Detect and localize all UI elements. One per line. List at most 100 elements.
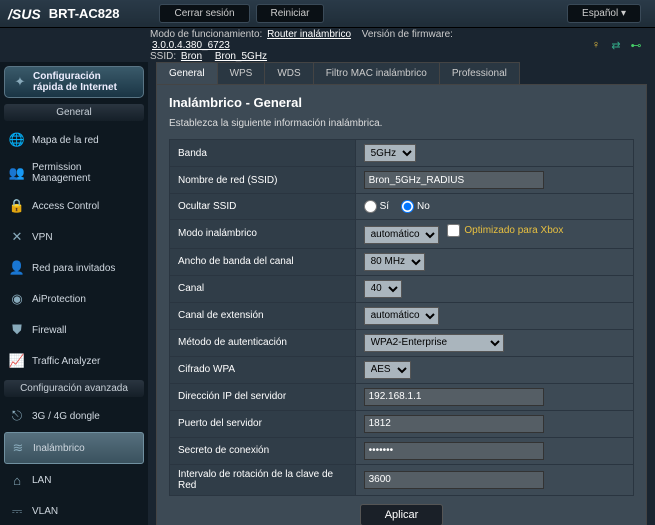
nav-label: Traffic Analyzer: [32, 356, 100, 367]
xbox-checkbox[interactable]: [447, 224, 460, 237]
main-content: General WPS WDS Filtro MAC inalámbrico P…: [148, 62, 655, 525]
dongle-icon: ⎋: [8, 407, 26, 425]
wand-icon: ✦: [11, 73, 29, 91]
xbox-label: Optimizado para Xbox: [464, 225, 563, 236]
logout-button[interactable]: Cerrar sesión: [159, 4, 249, 23]
wifi-icon: ≋: [9, 439, 27, 457]
vpn-icon: ✕: [8, 228, 26, 246]
firewall-icon: ⛊: [8, 321, 26, 339]
bandwidth-select[interactable]: 80 MHz: [364, 253, 425, 271]
hide-ssid-label: Ocultar SSID: [170, 194, 356, 220]
tab-general[interactable]: General: [156, 62, 218, 84]
ssid-input[interactable]: [364, 171, 544, 189]
nav-label: 3G / 4G dongle: [32, 411, 100, 422]
sidebar: ✦ Configuración rápida de Internet Gener…: [0, 62, 148, 525]
nav-label: Permission Management: [32, 162, 140, 184]
nav-access-control[interactable]: 🔒 Access Control: [4, 191, 144, 221]
nav-aiprotection[interactable]: ◉ AiProtection: [4, 284, 144, 314]
secret-input[interactable]: [364, 442, 544, 460]
lock-icon: 🔒: [8, 197, 26, 215]
nav-label: Inalámbrico: [33, 443, 85, 454]
rotation-label: Intervalo de rotación de la clave de Red: [170, 464, 356, 495]
nav-firewall[interactable]: ⛊ Firewall: [4, 315, 144, 345]
nav-label: AiProtection: [32, 294, 86, 305]
nav-wireless[interactable]: ≋ Inalámbrico: [4, 432, 144, 464]
shield-icon: ◉: [8, 290, 26, 308]
quick-line1: Configuración: [33, 71, 117, 82]
wmode-select[interactable]: automático: [364, 226, 439, 244]
firmware-label: Versión de firmware:: [362, 29, 453, 40]
chart-icon: 📈: [8, 352, 26, 370]
ext-channel-label: Canal de extensión: [170, 302, 356, 329]
wmode-label: Modo inalámbrico: [170, 220, 356, 249]
hide-yes-radio[interactable]: Sí: [364, 200, 389, 213]
secret-label: Secreto de conexión: [170, 437, 356, 464]
ssid-name-label: Nombre de red (SSID): [170, 167, 356, 194]
server-port-input[interactable]: [364, 415, 544, 433]
info-bar: Modo de funcionamiento: Router inalámbri…: [0, 28, 655, 62]
nav-lan[interactable]: ⌂ LAN: [4, 465, 144, 495]
nav-vpn[interactable]: ✕VPN: [4, 222, 144, 252]
settings-table: Banda 5GHz Nombre de red (SSID) Ocultar …: [169, 139, 634, 496]
rotation-input[interactable]: [364, 471, 544, 489]
tab-wds[interactable]: WDS: [264, 62, 313, 84]
tab-bar: General WPS WDS Filtro MAC inalámbrico P…: [156, 62, 647, 84]
panel-desc: Establezca la siguiente información inal…: [169, 118, 634, 129]
category-general: General: [4, 104, 144, 121]
vlan-icon: ⎓: [8, 502, 26, 520]
cipher-select[interactable]: AES: [364, 361, 411, 379]
guest-icon: 👤: [8, 259, 26, 277]
band-select[interactable]: 5GHz: [364, 144, 416, 162]
auth-select[interactable]: WPA2-Enterprise: [364, 334, 504, 352]
nav-label: Mapa de la red: [32, 135, 99, 146]
brand-logo: /SUS: [8, 6, 41, 22]
globe-icon: 🌐: [8, 131, 26, 149]
wifi-status-icon[interactable]: ⇄: [609, 38, 623, 52]
nav-label: Red para invitados: [32, 263, 115, 274]
ssid-label: SSID:: [150, 51, 176, 62]
nav-traffic[interactable]: 📈 Traffic Analyzer: [4, 346, 144, 376]
auth-label: Método de autenticación: [170, 329, 356, 356]
tab-professional[interactable]: Professional: [439, 62, 520, 84]
hide-no-radio[interactable]: No: [401, 200, 430, 213]
ssid-value-1: Bron: [181, 51, 202, 62]
server-port-label: Puerto del servidor: [170, 410, 356, 437]
status-icons: ♀ ⇄ ⊷: [589, 38, 643, 52]
nav-label: VLAN: [32, 506, 58, 517]
mode-label: Modo de funcionamiento:: [150, 29, 262, 40]
firmware-value[interactable]: 3.0.0.4.380_6723: [152, 40, 230, 51]
users-icon: 👥: [8, 164, 26, 182]
nav-permission[interactable]: 👥 Permission Management: [4, 156, 144, 190]
server-ip-label: Dirección IP del servidor: [170, 383, 356, 410]
tab-macfilter[interactable]: Filtro MAC inalámbrico: [313, 62, 440, 84]
product-name: BRT-AC828: [49, 6, 120, 21]
bandwidth-label: Ancho de banda del canal: [170, 248, 356, 275]
mode-value[interactable]: Router inalámbrico: [267, 29, 351, 40]
home-icon: ⌂: [8, 471, 26, 489]
language-select[interactable]: Español ▾: [567, 4, 641, 23]
panel-title: Inalámbrico - General: [169, 95, 634, 110]
nav-guest[interactable]: 👤 Red para invitados: [4, 253, 144, 283]
quick-line2: rápida de Internet: [33, 82, 117, 93]
top-bar: /SUS BRT-AC828 Cerrar sesión Reiniciar E…: [0, 0, 655, 28]
band-label: Banda: [170, 140, 356, 167]
nav-vlan[interactable]: ⎓ VLAN: [4, 496, 144, 525]
ext-channel-select[interactable]: automático: [364, 307, 439, 325]
nav-label: Access Control: [32, 201, 99, 212]
nav-3g4g[interactable]: ⎋ 3G / 4G dongle: [4, 401, 144, 431]
nav-label: Firewall: [32, 325, 66, 336]
tab-wps[interactable]: WPS: [217, 62, 266, 84]
quick-setup-button[interactable]: ✦ Configuración rápida de Internet: [4, 66, 144, 98]
category-advanced: Configuración avanzada: [4, 380, 144, 397]
settings-panel: Inalámbrico - General Establezca la sigu…: [156, 84, 647, 525]
cipher-label: Cifrado WPA: [170, 356, 356, 383]
channel-select[interactable]: 40: [364, 280, 402, 298]
reboot-button[interactable]: Reiniciar: [256, 4, 325, 23]
apply-button[interactable]: Aplicar: [360, 504, 444, 525]
server-ip-input[interactable]: [364, 388, 544, 406]
nav-network-map[interactable]: 🌐 Mapa de la red: [4, 125, 144, 155]
ssid-value-2: Bron_5GHz: [215, 51, 267, 62]
usb-status-icon[interactable]: ⊷: [629, 38, 643, 52]
award-icon[interactable]: ♀: [589, 38, 603, 52]
nav-label: LAN: [32, 475, 51, 486]
